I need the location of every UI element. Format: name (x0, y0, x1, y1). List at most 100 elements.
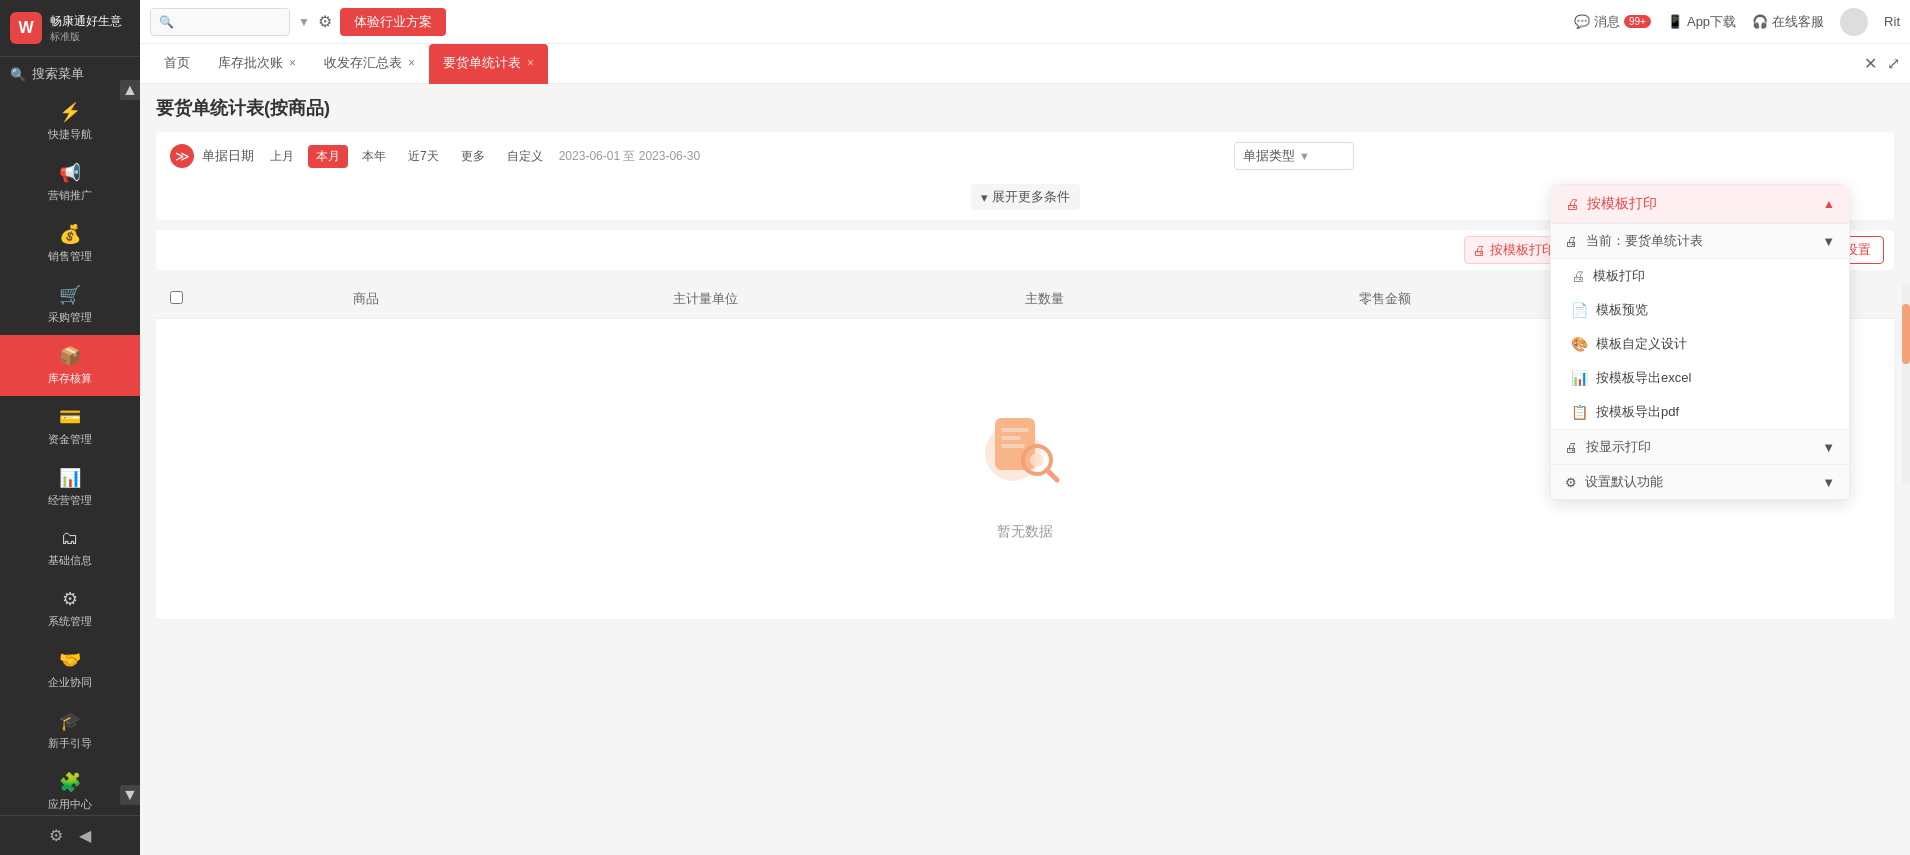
sidebar-item-inventory[interactable]: 📦 库存核算 (0, 335, 140, 396)
sidebar-item-basic[interactable]: 🗂 基础信息 (0, 518, 140, 578)
topbar-message[interactable]: 💬 消息 99+ (1574, 13, 1651, 31)
expand-more-icon: ▾ (981, 190, 988, 205)
svg-line-6 (1047, 470, 1057, 480)
finance-icon: 💳 (59, 406, 81, 428)
service-icon: 🎧 (1752, 14, 1768, 29)
sidebar-item-purchase[interactable]: 🛒 采购管理 (0, 274, 140, 335)
guide-icon: 🎓 (59, 710, 81, 732)
table-col-qty: 主数量 (875, 280, 1215, 318)
expand-more-btn[interactable]: ▾ 展开更多条件 (971, 184, 1080, 210)
close-all-icon[interactable]: ✕ (1864, 54, 1877, 73)
topbar-dropdown-chevron[interactable]: ▼ (298, 15, 310, 29)
inventory-icon: 📦 (59, 345, 81, 367)
sidebar-logo: W 畅康通好生意 标准版 (0, 0, 140, 57)
main-area: 🔍 ▼ ⚙ 体验行业方案 💬 消息 99+ 📱 App下载 🎧 在线客服 Rit (140, 0, 1910, 855)
sidebar-item-appstore[interactable]: 🧩 应用中心 (0, 761, 140, 815)
filter-more[interactable]: 更多 (453, 145, 493, 168)
sidebar-logo-text: 畅康通好生意 标准版 (50, 13, 122, 44)
print-dropdown-menu: 🖨 按模板打印 ▲ 🖨 当前：要货单统计表 ▼ 🖨 模板打印 (1550, 184, 1850, 500)
table-col-checkbox[interactable] (156, 281, 196, 317)
tab-order-stats[interactable]: 要货单统计表 × (429, 44, 548, 84)
sidebar-item-sales[interactable]: 💰 销售管理 (0, 213, 140, 274)
tab-inventory-batch-close[interactable]: × (289, 56, 296, 70)
page-title: 要货单统计表(按商品) (156, 96, 1894, 120)
right-scrollbar[interactable] (1902, 284, 1910, 484)
tab-home[interactable]: 首页 (150, 44, 204, 84)
tab-receipt-summary[interactable]: 收发存汇总表 × (310, 44, 429, 84)
filter-custom[interactable]: 自定义 (499, 145, 551, 168)
template-preview-icon: 📄 (1571, 302, 1588, 318)
message-badge: 99+ (1624, 15, 1651, 28)
sidebar-item-system[interactable]: ⚙ 系统管理 (0, 578, 140, 639)
message-icon: 💬 (1574, 14, 1590, 29)
filter-current-month[interactable]: 本月 (308, 145, 348, 168)
dropdown-item-template-pdf[interactable]: 📋 按模板导出pdf (1551, 395, 1849, 429)
filter-expand-btn[interactable]: ≫ (170, 144, 194, 168)
template-excel-icon: 📊 (1571, 370, 1588, 386)
settings-icon[interactable]: ⚙ (49, 826, 63, 845)
filter-last-7[interactable]: 近7天 (400, 145, 447, 168)
table-col-goods: 商品 (196, 280, 536, 318)
doc-type-chevron: ▼ (1299, 150, 1310, 162)
collab-icon: 🤝 (59, 649, 81, 671)
topbar-industry-btn[interactable]: 体验行业方案 (340, 8, 446, 36)
maximize-icon[interactable]: ⤢ (1887, 54, 1900, 73)
marketing-icon: 📢 (59, 162, 81, 184)
table-col-amount: 零售金额 (1215, 280, 1555, 318)
table-select-all[interactable] (170, 291, 183, 304)
scrollbar-thumb (1902, 304, 1910, 364)
topbar-gear-icon[interactable]: ⚙ (318, 12, 332, 31)
display-print-chevron: ▼ (1822, 440, 1835, 455)
dropdown-display-print-section[interactable]: 🖨 按显示打印 ▼ (1551, 430, 1849, 464)
sidebar-item-quick-nav[interactable]: ⚡ 快捷导航 (0, 91, 140, 152)
empty-text: 暂无数据 (997, 523, 1053, 541)
filter-prev-month[interactable]: 上月 (262, 145, 302, 168)
search-icon: 🔍 (10, 67, 26, 82)
current-section-chevron: ▼ (1822, 234, 1835, 249)
dropdown-item-template-print[interactable]: 🖨 模板打印 (1551, 259, 1849, 293)
sidebar-item-operation[interactable]: 📊 经营管理 (0, 457, 140, 518)
sidebar-item-marketing[interactable]: 📢 营销推广 (0, 152, 140, 213)
topbar-app-download[interactable]: 📱 App下载 (1667, 13, 1736, 31)
topbar: 🔍 ▼ ⚙ 体验行业方案 💬 消息 99+ 📱 App下载 🎧 在线客服 Rit (140, 0, 1910, 44)
content-area: 要货单统计表(按商品) ≫ 单据日期 上月 本月 本年 近7天 更多 自定义 2… (140, 84, 1910, 855)
collapse-icon[interactable]: ◀ (79, 826, 91, 845)
dropdown-current-section[interactable]: 🖨 当前：要货单统计表 ▼ (1551, 224, 1849, 258)
sidebar-search[interactable]: 🔍 搜索菜单 (0, 57, 140, 91)
topbar-online-service[interactable]: 🎧 在线客服 (1752, 13, 1824, 31)
dropdown-default-func-section[interactable]: ⚙ 设置默认功能 ▼ (1551, 465, 1849, 499)
template-custom-icon: 🎨 (1571, 336, 1588, 352)
sidebar-item-finance[interactable]: 💳 资金管理 (0, 396, 140, 457)
quick-nav-icon: ⚡ (59, 101, 81, 123)
tab-receipt-summary-close[interactable]: × (408, 56, 415, 70)
topbar-avatar[interactable] (1840, 8, 1868, 36)
sidebar-scroll-down[interactable]: ▼ (120, 785, 140, 805)
sidebar: W 畅康通好生意 标准版 🔍 搜索菜单 ▲ ⚡ 快捷导航 📢 营销推广 💰 销售… (0, 0, 140, 855)
display-print-icon: 🖨 (1565, 440, 1578, 455)
topbar-search-box[interactable]: 🔍 (150, 8, 290, 36)
sidebar-scroll-up[interactable]: ▲ (120, 80, 140, 100)
dropdown-item-template-excel[interactable]: 📊 按模板导出excel (1551, 361, 1849, 395)
sidebar-item-guide[interactable]: 🎓 新手引导 (0, 700, 140, 761)
default-func-chevron: ▼ (1822, 475, 1835, 490)
svg-rect-3 (1001, 436, 1021, 440)
dropdown-header[interactable]: 🖨 按模板打印 ▲ (1551, 185, 1849, 223)
default-func-icon: ⚙ (1565, 475, 1577, 490)
tabs-bar: 首页 库存批次账 × 收发存汇总表 × 要货单统计表 × ✕ ⤢ (140, 44, 1910, 84)
dropdown-chevron-up: ▲ (1823, 197, 1835, 211)
dropdown-item-template-custom[interactable]: 🎨 模板自定义设计 (1551, 327, 1849, 361)
empty-icon (975, 398, 1075, 507)
sidebar-item-collab[interactable]: 🤝 企业协同 (0, 639, 140, 700)
tab-inventory-batch[interactable]: 库存批次账 × (204, 44, 310, 84)
dropdown-header-print-icon: 🖨 (1565, 196, 1579, 212)
dropdown-item-template-preview[interactable]: 📄 模板预览 (1551, 293, 1849, 327)
filter-current-year[interactable]: 本年 (354, 145, 394, 168)
operation-icon: 📊 (59, 467, 81, 489)
topbar-right: 💬 消息 99+ 📱 App下载 🎧 在线客服 Rit (1574, 8, 1900, 36)
filter-doc-type-select[interactable]: 单据类型 ▼ (1234, 142, 1354, 170)
system-icon: ⚙ (62, 588, 78, 610)
tab-order-stats-close[interactable]: × (527, 56, 534, 70)
topbar-search-icon: 🔍 (159, 15, 174, 29)
current-section-icon: 🖨 (1565, 234, 1578, 249)
appstore-icon: 🧩 (59, 771, 81, 793)
